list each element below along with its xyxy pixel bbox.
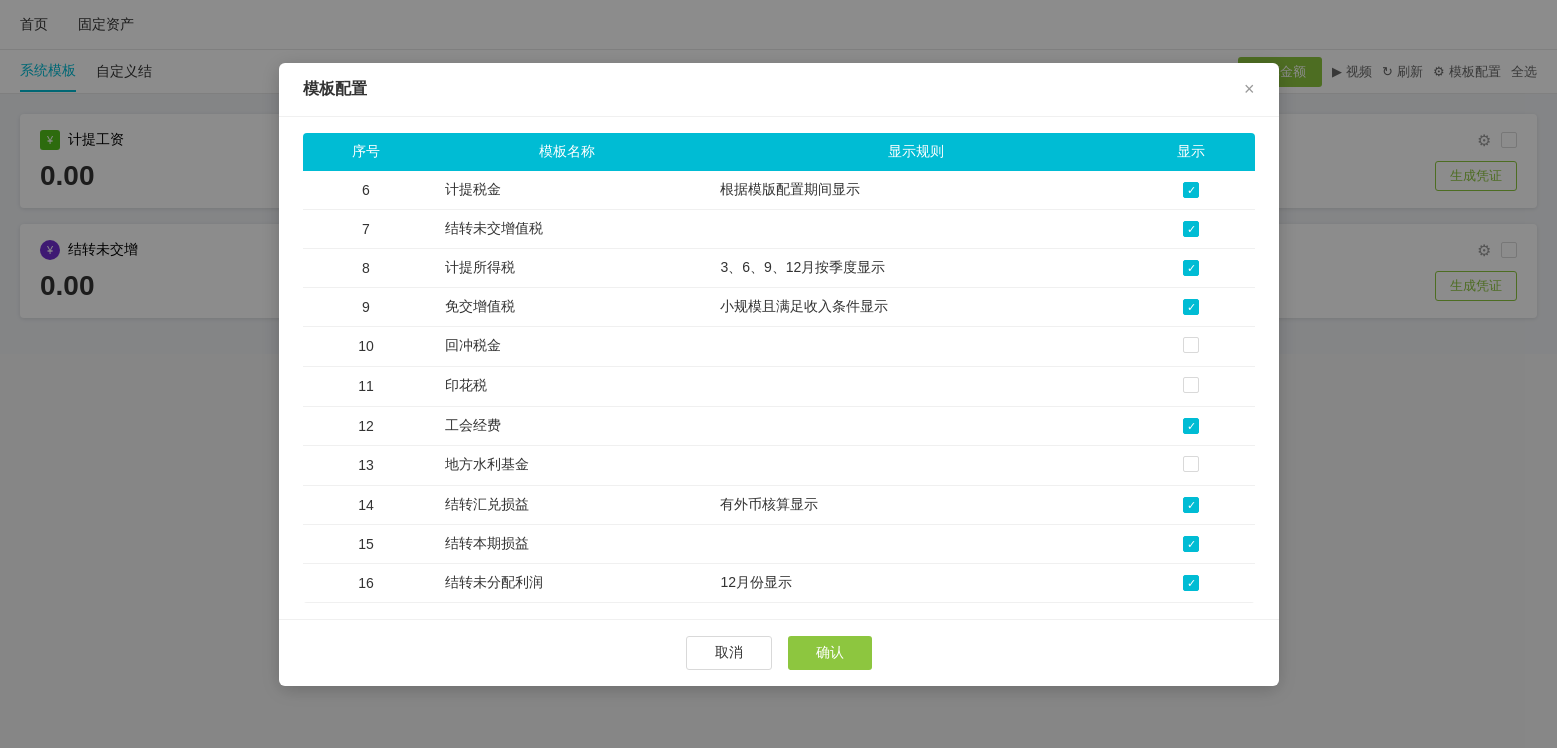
cell-checkbox[interactable] [1128, 563, 1255, 602]
checkbox-display[interactable] [1183, 260, 1199, 276]
cell-rule [704, 406, 1127, 445]
cell-seq: 11 [303, 366, 430, 406]
checkbox-display[interactable] [1183, 418, 1199, 434]
modal-overlay[interactable]: 模板配置 × 序号 模板名称 显示规则 显示 6计提税金根据模版配置期间显 [0, 0, 1557, 748]
table-wrapper[interactable]: 序号 模板名称 显示规则 显示 6计提税金根据模版配置期间显示7结转未交增值税8… [303, 133, 1255, 603]
cell-seq: 7 [303, 209, 430, 248]
table-row: 14结转汇兑损益有外币核算显示 [303, 485, 1255, 524]
config-table: 序号 模板名称 显示规则 显示 6计提税金根据模版配置期间显示7结转未交增值税8… [303, 133, 1255, 603]
checkbox-display[interactable] [1183, 536, 1199, 552]
table-row: 13地方水利基金 [303, 445, 1255, 485]
table-body: 6计提税金根据模版配置期间显示7结转未交增值税8计提所得税3、6、9、12月按季… [303, 171, 1255, 603]
checkbox-display[interactable] [1183, 456, 1199, 472]
cell-name: 回冲税金 [429, 326, 704, 366]
cell-seq: 10 [303, 326, 430, 366]
confirm-button[interactable]: 确认 [788, 636, 872, 670]
table-row: 15结转本期损益 [303, 524, 1255, 563]
table-row: 8计提所得税3、6、9、12月按季度显示 [303, 248, 1255, 287]
cell-name: 计提所得税 [429, 248, 704, 287]
checkbox-display[interactable] [1183, 299, 1199, 315]
cell-rule: 3、6、9、12月按季度显示 [704, 248, 1127, 287]
col-name: 模板名称 [429, 133, 704, 171]
cell-rule [704, 524, 1127, 563]
table-row: 9免交增值税小规模且满足收入条件显示 [303, 287, 1255, 326]
checkbox-display[interactable] [1183, 575, 1199, 591]
cell-name: 结转未交增值税 [429, 209, 704, 248]
cell-checkbox[interactable] [1128, 445, 1255, 485]
cell-rule [704, 366, 1127, 406]
cell-rule [704, 209, 1127, 248]
checkbox-display[interactable] [1183, 377, 1199, 393]
table-row: 16结转未分配利润12月份显示 [303, 563, 1255, 602]
cell-seq: 16 [303, 563, 430, 602]
cell-rule: 根据模版配置期间显示 [704, 171, 1127, 210]
checkbox-display[interactable] [1183, 221, 1199, 237]
cell-seq: 14 [303, 485, 430, 524]
table-header: 序号 模板名称 显示规则 显示 [303, 133, 1255, 171]
cell-checkbox[interactable] [1128, 326, 1255, 366]
cell-name: 印花税 [429, 366, 704, 406]
cell-checkbox[interactable] [1128, 287, 1255, 326]
table-row: 7结转未交增值税 [303, 209, 1255, 248]
modal-footer: 取消 确认 [279, 619, 1279, 686]
table-row: 10回冲税金 [303, 326, 1255, 366]
cell-name: 工会经费 [429, 406, 704, 445]
cell-rule [704, 445, 1127, 485]
cell-checkbox[interactable] [1128, 485, 1255, 524]
col-display: 显示 [1128, 133, 1255, 171]
modal-header: 模板配置 × [279, 63, 1279, 117]
template-config-modal: 模板配置 × 序号 模板名称 显示规则 显示 6计提税金根据模版配置期间显 [279, 63, 1279, 686]
cell-checkbox[interactable] [1128, 406, 1255, 445]
cell-seq: 13 [303, 445, 430, 485]
cell-seq: 15 [303, 524, 430, 563]
cell-seq: 12 [303, 406, 430, 445]
table-row: 11印花税 [303, 366, 1255, 406]
checkbox-display[interactable] [1183, 497, 1199, 513]
cell-name: 结转未分配利润 [429, 563, 704, 602]
table-row: 6计提税金根据模版配置期间显示 [303, 171, 1255, 210]
cell-seq: 6 [303, 171, 430, 210]
cell-name: 免交增值税 [429, 287, 704, 326]
cell-name: 结转汇兑损益 [429, 485, 704, 524]
modal-title: 模板配置 [303, 79, 367, 100]
cell-checkbox[interactable] [1128, 524, 1255, 563]
cell-rule: 小规模且满足收入条件显示 [704, 287, 1127, 326]
cell-name: 地方水利基金 [429, 445, 704, 485]
cell-seq: 9 [303, 287, 430, 326]
cell-rule: 12月份显示 [704, 563, 1127, 602]
cell-name: 结转本期损益 [429, 524, 704, 563]
checkbox-display[interactable] [1183, 182, 1199, 198]
cell-name: 计提税金 [429, 171, 704, 210]
modal-body: 序号 模板名称 显示规则 显示 6计提税金根据模版配置期间显示7结转未交增值税8… [279, 117, 1279, 619]
cell-checkbox[interactable] [1128, 171, 1255, 210]
col-seq: 序号 [303, 133, 430, 171]
cancel-button[interactable]: 取消 [686, 636, 772, 670]
cell-checkbox[interactable] [1128, 366, 1255, 406]
cell-rule [704, 326, 1127, 366]
table-row: 12工会经费 [303, 406, 1255, 445]
cell-seq: 8 [303, 248, 430, 287]
cell-checkbox[interactable] [1128, 248, 1255, 287]
col-rule: 显示规则 [704, 133, 1127, 171]
cell-rule: 有外币核算显示 [704, 485, 1127, 524]
cell-checkbox[interactable] [1128, 209, 1255, 248]
checkbox-display[interactable] [1183, 337, 1199, 353]
modal-close-button[interactable]: × [1244, 79, 1255, 100]
